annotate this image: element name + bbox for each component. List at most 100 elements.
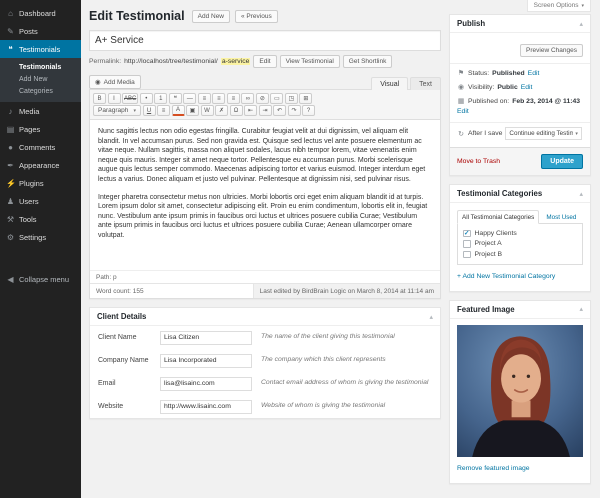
after-save-select[interactable]: Continue editing Testim ▾ [505,127,582,140]
align-right-icon[interactable]: ≡ [226,93,240,104]
get-shortlink-button[interactable]: Get Shortlink [342,55,393,68]
editor-content-area[interactable]: Nunc sagittis lectus non odio egestas fr… [90,120,440,270]
post-title-input[interactable] [89,30,441,51]
category-item-project-b[interactable]: Project B [463,249,577,260]
email-input[interactable] [160,376,252,391]
screen-options-tab[interactable]: Screen Options ▾ [526,0,591,12]
add-new-button[interactable]: Add New [191,9,230,23]
paste-as-text-icon[interactable]: ▣ [186,105,199,116]
metabox-title: Publish [457,19,486,28]
numbered-list-icon[interactable]: 1 [154,93,168,104]
tab-text[interactable]: Text [410,77,441,90]
special-character-icon[interactable]: Ω [229,105,243,116]
edit-permalink-button[interactable]: Edit [253,55,277,68]
visibility-row: ◉ Visibility: Public Edit [450,80,590,94]
word-count: Word count: 155 [96,287,144,295]
client-details-header[interactable]: Client Details ▴ [90,308,440,326]
checkbox-unchecked-icon[interactable] [463,240,471,248]
collapse-menu-button[interactable]: ◀ Collapse menu [0,270,81,288]
justify-icon[interactable]: ≡ [157,105,170,116]
fullscreen-icon[interactable]: ◳ [284,93,298,104]
align-center-icon[interactable]: ≡ [212,93,226,104]
client-name-input[interactable] [160,330,252,345]
bold-icon[interactable]: B [93,93,106,104]
preview-changes-button[interactable]: Preview Changes [520,44,583,57]
sidebar-item-comments[interactable]: ● Comments [0,138,81,156]
underline-icon[interactable]: U [142,105,156,116]
submenu-item-testimonials[interactable]: Testimonials [0,61,81,73]
toggle-panel-icon[interactable]: ▴ [579,20,583,28]
redo-icon[interactable]: ↷ [287,105,301,116]
italic-icon[interactable]: I [107,93,121,104]
previous-button[interactable]: « Previous [235,9,278,23]
appearance-icon: ✒ [7,160,14,170]
editor-toolbar: B I ABC • 1 ❝ — ≡ ≡ ≡ ∞ ⊘ ▭ ◳ ⊞ Paragrap… [90,90,440,120]
edit-visibility-link[interactable]: Edit [521,84,533,91]
edit-date-link[interactable]: Edit [457,108,469,115]
sidebar-item-media[interactable]: ♪ Media [0,102,81,120]
collapse-menu-label: Collapse menu [19,274,70,284]
indent-icon[interactable]: ⇥ [258,105,272,116]
settings-icon: ⚙ [6,232,15,242]
featured-image-header[interactable]: Featured Image ▴ [450,301,590,319]
category-item-project-a[interactable]: Project A [463,239,577,250]
tab-most-used[interactable]: Most Used [546,211,576,223]
sidebar-item-users[interactable]: ♟ Users [0,192,81,210]
clear-formatting-icon[interactable]: ✗ [215,105,228,116]
admin-content: Screen Options ▾ Edit Testimonial Add Ne… [81,0,600,498]
link-icon[interactable]: ∞ [241,93,255,104]
help-icon[interactable]: ? [302,105,315,116]
outdent-icon[interactable]: ⇤ [244,105,257,116]
tab-all-categories[interactable]: All Testimonial Categories [457,210,540,224]
edit-status-link[interactable]: Edit [528,70,540,77]
sidebar-item-settings[interactable]: ⚙ Settings [0,228,81,246]
sidebar-item-testimonials[interactable]: ❝ Testimonials [0,40,81,58]
paragraph-format-select[interactable]: Paragraph ▾ [93,105,141,116]
checkbox-unchecked-icon[interactable] [463,250,471,258]
add-media-icon: ◉ [95,79,101,86]
company-name-input[interactable] [160,353,252,368]
horizontal-rule-icon[interactable]: — [183,93,197,104]
sidebar-item-appearance[interactable]: ✒ Appearance [0,156,81,174]
field-description: Contact email address of whom is giving … [261,379,429,387]
website-input[interactable] [160,399,252,414]
move-to-trash-link[interactable]: Move to Trash [457,158,500,165]
read-more-icon[interactable]: ▭ [270,93,284,104]
submenu-item-add-new[interactable]: Add New [0,73,81,85]
view-testimonial-button[interactable]: View Testimonial [279,55,340,68]
toolbar-toggle-icon[interactable]: ⊞ [299,93,313,104]
tab-visual[interactable]: Visual [371,77,409,90]
bulleted-list-icon[interactable]: • [139,93,153,104]
sidebar-item-label: Tools [19,214,37,224]
categories-body: All Testimonial Categories Most Used Hap… [450,203,590,291]
submenu-item-categories[interactable]: Categories [0,85,81,97]
add-new-category-link[interactable]: + Add New Testimonial Category [457,273,555,280]
update-button[interactable]: Update [541,154,583,169]
align-left-icon[interactable]: ≡ [197,93,211,104]
categories-header[interactable]: Testimonial Categories ▴ [450,185,590,203]
text-color-icon[interactable]: A [171,105,185,116]
sidebar-item-pages[interactable]: ▤ Pages [0,120,81,138]
editor-mode-tabs: Visual Text [371,76,441,90]
publish-header[interactable]: Publish ▴ [450,15,590,33]
featured-image-photo[interactable] [457,324,583,457]
permalink-slug[interactable]: a-service [220,58,251,65]
sidebar-item-dashboard[interactable]: ⌂ Dashboard [0,4,81,22]
sidebar-item-plugins[interactable]: ⚡ Plugins [0,174,81,192]
category-item-happy-clients[interactable]: Happy Clients [463,228,577,239]
field-description: Website of whom is giving the testimonia… [261,402,386,410]
checkbox-checked-icon[interactable] [463,229,471,237]
sidebar-item-posts[interactable]: ✎ Posts [0,22,81,40]
remove-featured-image-link[interactable]: Remove featured image [457,465,530,472]
add-media-button[interactable]: ◉ Add Media [89,75,141,89]
unlink-icon[interactable]: ⊘ [255,93,269,104]
paste-from-word-icon[interactable]: W [200,105,214,116]
strikethrough-icon[interactable]: ABC [122,93,139,104]
blockquote-icon[interactable]: ❝ [168,93,182,104]
editor-path-status: Path: p [90,270,440,283]
sidebar-item-tools[interactable]: ⚒ Tools [0,210,81,228]
toggle-panel-icon[interactable]: ▴ [579,305,583,313]
toggle-panel-icon[interactable]: ▴ [429,313,433,321]
toggle-panel-icon[interactable]: ▴ [579,190,583,198]
undo-icon[interactable]: ↶ [273,105,286,116]
